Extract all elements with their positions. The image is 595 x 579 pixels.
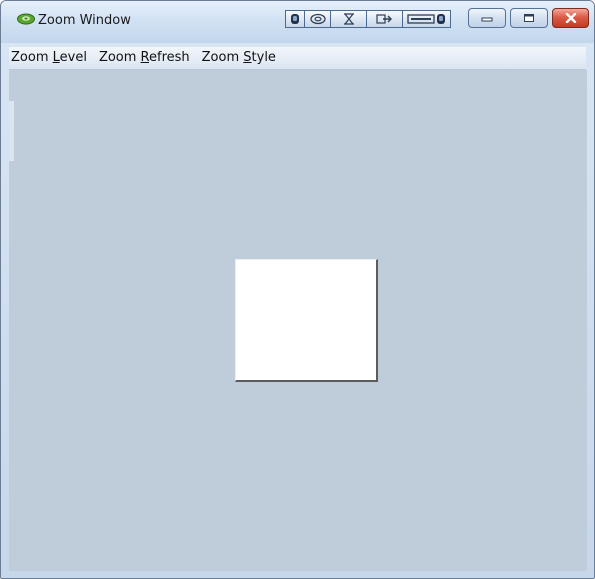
zoom-view-area[interactable] bbox=[9, 70, 587, 571]
window-controls bbox=[468, 8, 589, 28]
disc-icon bbox=[309, 13, 326, 25]
zoomed-content-preview bbox=[235, 259, 378, 382]
arrow-right-icon bbox=[375, 14, 392, 24]
minimize-button[interactable] bbox=[468, 8, 506, 28]
window-title: Zoom Window bbox=[38, 13, 131, 28]
menu-zoom-level[interactable]: Zoom Level bbox=[9, 47, 93, 69]
menu-bar: Zoom Level Zoom Refresh Zoom Style bbox=[9, 47, 586, 70]
disc-button[interactable] bbox=[305, 10, 331, 28]
menu-zoom-refresh[interactable]: Zoom Refresh bbox=[93, 47, 196, 69]
monitor-wide-button[interactable] bbox=[403, 10, 451, 28]
close-icon bbox=[565, 13, 576, 23]
hourglass-button[interactable] bbox=[331, 10, 367, 28]
zoom-window: Zoom Window Zoom Level Zoom Refresh Zoom… bbox=[0, 0, 595, 579]
minimize-icon bbox=[481, 17, 493, 22]
maximize-button[interactable] bbox=[510, 8, 548, 28]
title-bar[interactable]: Zoom Window bbox=[1, 1, 594, 43]
maximize-icon bbox=[524, 14, 534, 22]
monitor-wide-icon bbox=[406, 14, 445, 24]
green-disc-icon bbox=[17, 13, 35, 25]
hourglass-icon bbox=[343, 13, 354, 25]
left-edge-highlight bbox=[9, 101, 14, 161]
arrow-right-button[interactable] bbox=[367, 10, 403, 28]
screen-left-button[interactable] bbox=[285, 10, 305, 28]
title-toolbar bbox=[285, 10, 451, 30]
screen-left-icon bbox=[291, 14, 299, 24]
close-button[interactable] bbox=[552, 8, 589, 28]
menu-zoom-style[interactable]: Zoom Style bbox=[196, 47, 282, 69]
